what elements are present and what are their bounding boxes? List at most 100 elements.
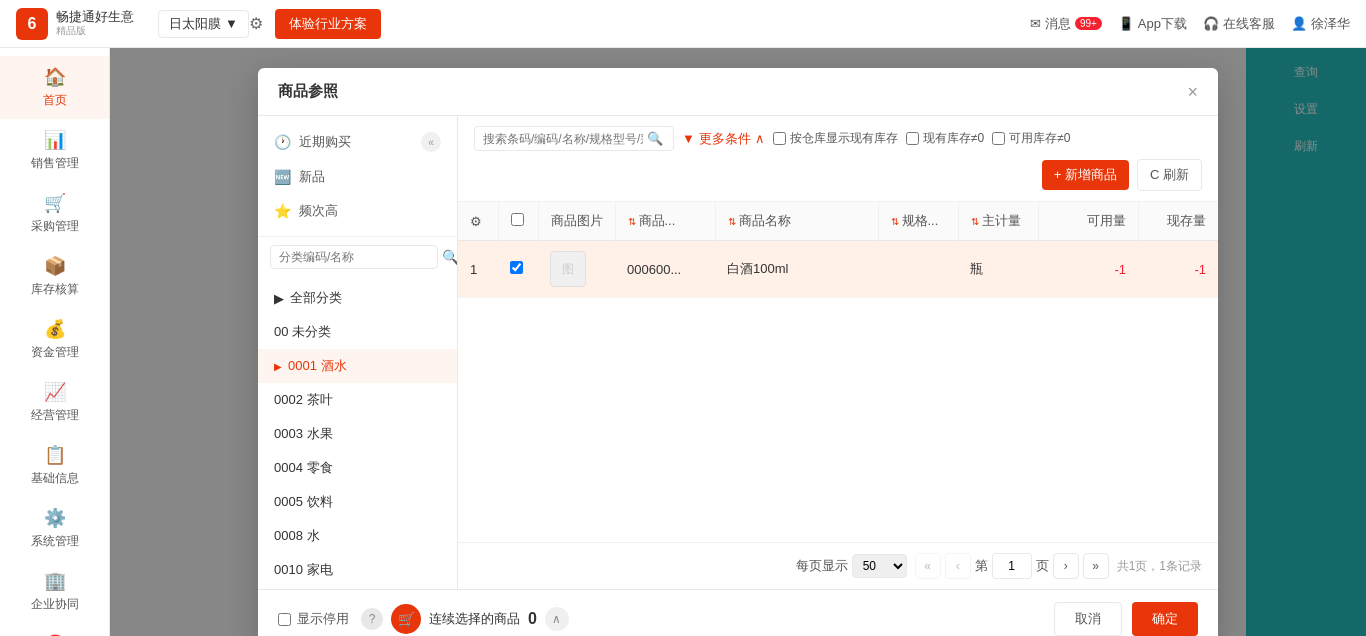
modal-right-panel: 🔍 ▼ 更多条件 ∧ 按仓库显示现有库存: [458, 116, 1218, 589]
message-badge: 99+: [1075, 17, 1102, 30]
main-layout: 🏠 首页 📊 销售管理 🛒 采购管理 📦 库存核算 💰 资金管理 📈 经营管理 …: [0, 48, 1366, 636]
th-settings[interactable]: ⚙: [458, 202, 498, 241]
checkbox-warehouse[interactable]: 按仓库显示现有库存: [773, 130, 898, 147]
th-spec[interactable]: ⇅ 规格...: [878, 202, 958, 241]
th-name[interactable]: ⇅ 商品名称: [715, 202, 878, 241]
tab-new[interactable]: 🆕 新品: [258, 160, 457, 194]
home-icon: 🏠: [44, 66, 66, 88]
collapse-btn[interactable]: «: [421, 132, 441, 152]
modal-overlay: 商品参照 × 🕐 近期购买 «: [110, 48, 1366, 636]
th-stock: 现存量: [1138, 202, 1218, 241]
tab-recent-label: 近期购买: [299, 133, 351, 151]
tab-new-label: 新品: [299, 168, 325, 186]
message-btn[interactable]: ✉ 消息 99+: [1030, 15, 1102, 33]
inventory-icon: 📦: [44, 255, 66, 277]
row-seq: 1: [458, 241, 498, 298]
category-all[interactable]: ▶ 全部分类: [258, 281, 457, 315]
category-0008[interactable]: 0008 水: [258, 519, 457, 553]
sort-unit-icon: ⇅: [971, 216, 979, 227]
checkbox-stock-input[interactable]: [906, 132, 919, 145]
table-row[interactable]: 1 图 000600... 白酒100ml 瓶 -1 -1: [458, 241, 1218, 298]
row-name: 白酒100ml: [715, 241, 878, 298]
refresh-btn[interactable]: C 刷新: [1137, 159, 1202, 191]
chevron-down-icon: ▼: [225, 16, 238, 31]
cancel-btn[interactable]: 取消: [1054, 602, 1122, 636]
left-sidebar: 🏠 首页 📊 销售管理 🛒 采购管理 📦 库存核算 💰 资金管理 📈 经营管理 …: [0, 48, 110, 636]
frequent-icon: ⭐: [274, 203, 291, 219]
settings-icon[interactable]: ⚙: [249, 14, 263, 33]
search-icon: 🔍: [647, 131, 663, 146]
cart-icon[interactable]: 🛒: [391, 604, 421, 634]
tab-frequent[interactable]: ⭐ 频次高: [258, 194, 457, 228]
toolbar-right: + 新增商品 C 刷新: [1042, 159, 1202, 191]
user-avatar[interactable]: 👤 徐泽华: [1291, 15, 1350, 33]
app-download-btn[interactable]: 📱 App下载: [1118, 15, 1187, 33]
last-page-btn[interactable]: »: [1083, 553, 1109, 579]
tab-frequent-label: 频次高: [299, 202, 338, 220]
experience-btn[interactable]: 体验行业方案: [275, 9, 381, 39]
confirm-btn[interactable]: 确定: [1132, 602, 1198, 636]
checkbox-warehouse-input[interactable]: [773, 132, 786, 145]
modal-close-btn[interactable]: ×: [1187, 83, 1198, 101]
first-page-btn[interactable]: «: [915, 553, 941, 579]
company-selector[interactable]: 日太阳膜 ▼: [158, 10, 249, 38]
category-search-btn[interactable]: 🔍: [442, 245, 458, 269]
sidebar-item-home[interactable]: 🏠 首页: [0, 56, 109, 119]
select-all-checkbox[interactable]: [511, 213, 524, 226]
product-thumbnail: 图: [550, 251, 586, 287]
enterprise-icon: 🏢: [44, 570, 66, 592]
category-0003[interactable]: 0003 水果: [258, 417, 457, 451]
sidebar-item-inventory[interactable]: 📦 库存核算: [0, 245, 109, 308]
category-0010[interactable]: 0010 家电: [258, 553, 457, 587]
page-total-label: 共1页，1条记录: [1117, 558, 1202, 575]
sidebar-item-finance[interactable]: 💰 资金管理: [0, 308, 109, 371]
checkbox-available-neq0[interactable]: 可用库存≠0: [992, 130, 1070, 147]
sidebar-label-business: 经营管理: [31, 407, 79, 424]
th-code[interactable]: ⇅ 商品...: [615, 202, 715, 241]
sidebar-label-enterprise: 企业协同: [31, 596, 79, 613]
category-0005[interactable]: 0005 饮料: [258, 485, 457, 519]
filter-btn[interactable]: ▼ 更多条件 ∧: [682, 130, 765, 148]
active-arrow-icon: ▶: [274, 361, 282, 372]
prev-page-btn[interactable]: ‹: [945, 553, 971, 579]
add-product-btn[interactable]: + 新增商品: [1042, 160, 1129, 190]
row-img: 图: [538, 241, 615, 298]
sort-spec-icon: ⇅: [891, 216, 899, 227]
sidebar-item-system[interactable]: ⚙️ 系统管理: [0, 497, 109, 560]
category-0002[interactable]: 0002 茶叶: [258, 383, 457, 417]
category-list: ▶ 全部分类 00 未分类 ▶ 0001 酒水 0002 茶: [258, 277, 457, 589]
checkbox-available-input[interactable]: [992, 132, 1005, 145]
finance-icon: 💰: [44, 318, 66, 340]
display-disabled-checkbox[interactable]: 显示停用: [278, 610, 349, 628]
next-page-btn[interactable]: ›: [1053, 553, 1079, 579]
th-check[interactable]: [498, 202, 538, 241]
category-0001[interactable]: ▶ 0001 酒水: [258, 349, 457, 383]
business-icon: 📈: [44, 381, 66, 403]
category-search-input[interactable]: [270, 245, 438, 269]
row-check[interactable]: [498, 241, 538, 298]
sidebar-item-base[interactable]: 📋 基础信息: [0, 434, 109, 497]
headset-icon: 🎧: [1203, 16, 1219, 31]
th-unit[interactable]: ⇅ 主计量: [958, 202, 1038, 241]
new-icon: 🆕: [274, 169, 291, 185]
sidebar-item-enterprise[interactable]: 🏢 企业协同: [0, 560, 109, 623]
sidebar-item-sales[interactable]: 📊 销售管理: [0, 119, 109, 182]
online-service-btn[interactable]: 🎧 在线客服: [1203, 15, 1275, 33]
category-0004[interactable]: 0004 零食: [258, 451, 457, 485]
filter-collapse-icon: ∧: [755, 131, 765, 146]
help-icon[interactable]: ?: [361, 608, 383, 630]
tab-recent[interactable]: 🕐 近期购买 «: [258, 124, 457, 160]
sidebar-item-business[interactable]: 📈 经营管理: [0, 371, 109, 434]
purchase-icon: 🛒: [44, 192, 66, 214]
sidebar-item-purchase[interactable]: 🛒 采购管理: [0, 182, 109, 245]
page-size-dropdown[interactable]: 102050100: [852, 554, 907, 578]
footer-left: ? 🛒 连续选择的商品 0 ∧: [361, 604, 569, 634]
sidebar-item-guide[interactable]: 🎯 新手引导: [0, 623, 109, 636]
footer-collapse-btn[interactable]: ∧: [545, 607, 569, 631]
checkbox-stock-neq0[interactable]: 现有库存≠0: [906, 130, 984, 147]
disabled-checkbox-input[interactable]: [278, 613, 291, 626]
page-number-input[interactable]: [992, 553, 1032, 579]
category-00[interactable]: 00 未分类: [258, 315, 457, 349]
product-search-input[interactable]: [483, 132, 643, 146]
base-icon: 📋: [44, 444, 66, 466]
